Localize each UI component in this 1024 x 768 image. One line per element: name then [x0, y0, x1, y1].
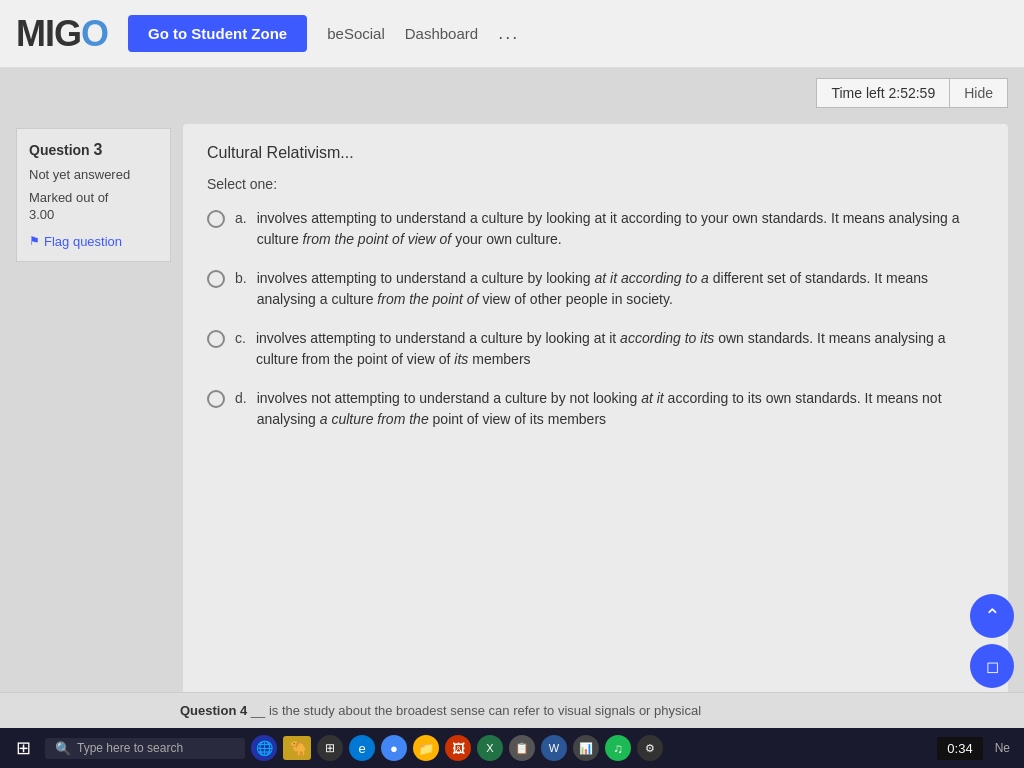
photos-icon[interactable]: 🖼 [445, 735, 471, 761]
option-text-d: involves not attempting to understand a … [257, 388, 984, 430]
flag-icon: ⚑ [29, 234, 40, 248]
unknown-icon3[interactable]: ⚙ [637, 735, 663, 761]
nav-more-button[interactable]: ... [498, 23, 519, 44]
question4-preview-text: __ is the study about the broadest sense… [251, 703, 701, 718]
radio-a[interactable] [207, 210, 225, 228]
edge-icon[interactable]: e [349, 735, 375, 761]
scroll-up-button[interactable]: ⌃ [970, 594, 1014, 638]
answer-option-b[interactable]: b. involves attempting to understand a c… [207, 268, 984, 310]
expand-button[interactable]: ◻ [970, 644, 1014, 688]
option-letter-c: c. [235, 330, 246, 346]
unknown-icon2[interactable]: 📊 [573, 735, 599, 761]
timer-display: Time left 2:52:59 [817, 79, 949, 107]
option-letter-a: a. [235, 210, 247, 226]
taskview-icon[interactable]: ⊞ [317, 735, 343, 761]
option-letter-d: d. [235, 390, 247, 406]
logo: MIGO [16, 13, 108, 55]
search-text: Type here to search [77, 741, 183, 755]
word-icon[interactable]: W [541, 735, 567, 761]
option-text-c: involves attempting to understand a cult… [256, 328, 984, 370]
nav-besocial[interactable]: beSocial [327, 25, 385, 42]
globe-icon[interactable]: 🌐 [251, 735, 277, 761]
start-button[interactable]: ⊞ [8, 733, 39, 763]
sidebar: Question 3 Not yet answered Marked out o… [16, 128, 171, 718]
search-icon: 🔍 [55, 741, 71, 756]
logo-letter-o: O [81, 13, 108, 54]
logo-letter-i: I [45, 13, 54, 54]
answer-option-d[interactable]: d. involves not attempting to understand… [207, 388, 984, 430]
question-content: Cultural Relativism... Select one: a. in… [183, 124, 1008, 718]
logo-letter-g: G [54, 13, 81, 54]
header: MIGO Go to Student Zone beSocial Dashboa… [0, 0, 1024, 68]
radio-d[interactable] [207, 390, 225, 408]
flag-question-button[interactable]: ⚑ Flag question [29, 234, 158, 249]
option-text-b: involves attempting to understand a cult… [257, 268, 984, 310]
question-info-box: Question 3 Not yet answered Marked out o… [16, 128, 171, 262]
excel-icon[interactable]: X [477, 735, 503, 761]
timer-bar: Time left 2:52:59 Hide [180, 68, 1024, 118]
option-letter-b: b. [235, 270, 247, 286]
marked-out-label: Marked out of 3.00 [29, 190, 158, 224]
timer-hide-button[interactable]: Hide [949, 79, 1007, 107]
taskbar-time: 0:34 [937, 737, 982, 760]
select-instruction: Select one: [207, 176, 984, 192]
radio-b[interactable] [207, 270, 225, 288]
radio-c[interactable] [207, 330, 225, 348]
chrome-icon[interactable]: ● [381, 735, 407, 761]
logo-letter-m: M [16, 13, 45, 54]
answer-option-a[interactable]: a. involves attempting to understand a c… [207, 208, 984, 250]
unknown-icon1[interactable]: 📋 [509, 735, 535, 761]
question-title: Cultural Relativism... [207, 144, 984, 162]
go-to-student-zone-button[interactable]: Go to Student Zone [128, 15, 307, 52]
timer-container: Time left 2:52:59 Hide [816, 78, 1008, 108]
folder-icon[interactable]: 📁 [413, 735, 439, 761]
main-content: Time left 2:52:59 Hide Question 3 Not ye… [0, 68, 1024, 728]
camel-icon[interactable]: 🐪 [283, 736, 311, 760]
nav-dashboard[interactable]: Dashboard [405, 25, 478, 42]
question-status: Not yet answered [29, 167, 158, 184]
answer-option-c[interactable]: c. involves attempting to understand a c… [207, 328, 984, 370]
question4-preview: Question 4 __ is the study about the bro… [0, 692, 1024, 728]
question-label: Question 3 [29, 141, 158, 159]
taskbar-ne-text: Ne [989, 741, 1016, 755]
question4-label: Question 4 [180, 703, 247, 718]
taskbar-search[interactable]: 🔍 Type here to search [45, 738, 245, 759]
taskbar: ⊞ 🔍 Type here to search 🌐 🐪 ⊞ e ● 📁 🖼 X … [0, 728, 1024, 768]
music-icon[interactable]: ♫ [605, 735, 631, 761]
option-text-a: involves attempting to understand a cult… [257, 208, 984, 250]
